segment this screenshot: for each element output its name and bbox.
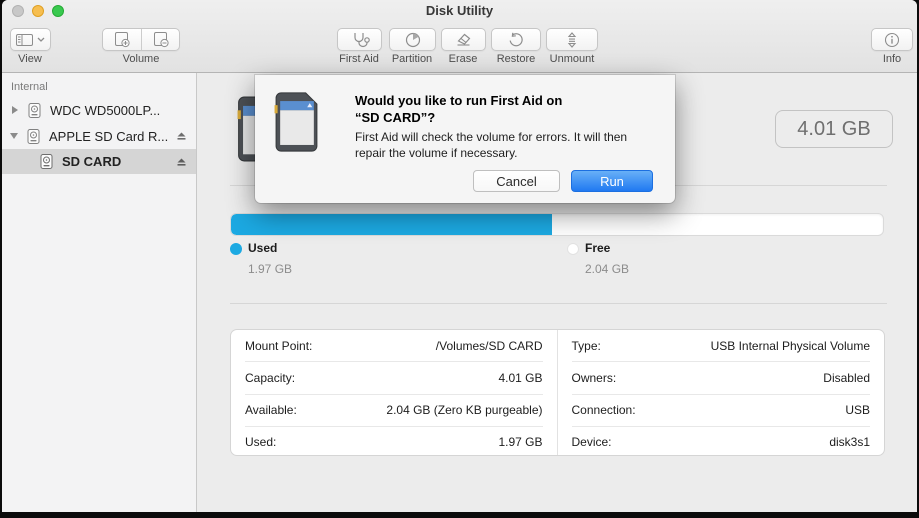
detail-label: Owners: [572, 371, 617, 385]
restore-icon [508, 32, 524, 48]
restore-button[interactable] [491, 28, 541, 51]
table-row: Used: 1.97 GB [245, 427, 543, 458]
details-table: Mount Point: /Volumes/SD CARD Capacity: … [230, 329, 885, 456]
detail-value: USB Internal Physical Volume [711, 339, 870, 353]
partition-label: Partition [392, 53, 432, 65]
detail-value: Disabled [823, 371, 870, 385]
erase-label: Erase [449, 53, 478, 65]
run-button[interactable]: Run [571, 170, 653, 192]
restore-label: Restore [497, 53, 536, 65]
detail-label: Connection: [572, 403, 636, 417]
table-row: Mount Point: /Volumes/SD CARD [245, 330, 543, 362]
detail-label: Mount Point: [245, 339, 312, 353]
table-row: Type: USB Internal Physical Volume [572, 330, 871, 362]
view-button[interactable] [10, 28, 51, 51]
details-left-column: Mount Point: /Volumes/SD CARD Capacity: … [231, 330, 558, 455]
disk-icon [38, 153, 55, 170]
table-row: Connection: USB [572, 395, 871, 427]
free-value: 2.04 GB [585, 262, 629, 276]
table-row: Owners: Disabled [572, 362, 871, 394]
first-aid-button[interactable] [337, 28, 382, 51]
sidebar-section-internal: Internal [11, 81, 48, 93]
disk-utility-window: Disk Utility View [2, 0, 917, 512]
usage-bar-used [231, 214, 552, 235]
sd-card-icon [272, 91, 322, 154]
legend-free: Free 2.04 GB [567, 241, 629, 276]
disk-icon [26, 102, 43, 119]
section-divider [230, 303, 887, 304]
sidebar-item-label: APPLE SD Card R... [49, 129, 168, 144]
dialog-title: Would you like to run First Aid on “SD C… [355, 92, 655, 126]
free-label: Free [585, 241, 629, 255]
table-row: Device: disk3s1 [572, 427, 871, 458]
partition-button[interactable] [389, 28, 436, 51]
detail-value: USB [845, 403, 870, 417]
sidebar-layout-icon [16, 34, 33, 46]
first-aid-label: First Aid [339, 53, 379, 65]
usage-bar [230, 213, 884, 236]
volume-size-badge: 4.01 GB [775, 110, 893, 148]
info-label: Info [883, 53, 901, 65]
first-aid-icon [350, 32, 370, 48]
sidebar-item-sd-card[interactable]: SD CARD [2, 149, 196, 174]
used-dot-icon [230, 243, 242, 255]
sidebar-item-label: SD CARD [62, 154, 121, 169]
volume-label: Volume [123, 53, 160, 65]
dialog-body: First Aid will check the volume for erro… [355, 130, 660, 161]
sidebar-item-wdc[interactable]: WDC WD5000LP... [2, 97, 196, 123]
detail-label: Type: [572, 339, 601, 353]
volume-group [102, 28, 180, 51]
detail-label: Device: [572, 435, 612, 449]
disk-minus-icon [151, 31, 170, 48]
used-value: 1.97 GB [248, 262, 292, 276]
table-row: Capacity: 4.01 GB [245, 362, 543, 394]
details-right-column: Type: USB Internal Physical Volume Owner… [558, 330, 885, 455]
unmount-button[interactable] [546, 28, 598, 51]
window-chrome: Disk Utility View [2, 0, 917, 73]
eject-icon[interactable] [175, 156, 188, 168]
free-dot-icon [567, 243, 579, 255]
sidebar: Internal WDC WD5000LP... [2, 73, 197, 512]
used-label: Used [248, 241, 292, 255]
sidebar-item-label: WDC WD5000LP... [50, 103, 160, 118]
detail-value: 4.01 GB [498, 371, 542, 385]
disclosure-expanded-icon[interactable] [10, 133, 18, 139]
erase-button[interactable] [441, 28, 486, 51]
remove-volume-button[interactable] [142, 29, 180, 50]
detail-label: Capacity: [245, 371, 295, 385]
chevron-down-icon [37, 37, 45, 42]
detail-value: 1.97 GB [498, 435, 542, 449]
detail-value: disk3s1 [829, 435, 870, 449]
erase-icon [455, 32, 472, 47]
detail-label: Used: [245, 435, 276, 449]
add-volume-button[interactable] [103, 29, 141, 50]
cancel-button[interactable]: Cancel [473, 170, 560, 192]
legend-used: Used 1.97 GB [230, 241, 292, 276]
disclosure-collapsed-icon[interactable] [12, 106, 18, 114]
first-aid-dialog: Would you like to run First Aid on “SD C… [255, 75, 675, 203]
unmount-icon [565, 32, 579, 48]
view-label: View [18, 53, 42, 65]
window-title: Disk Utility [2, 3, 917, 18]
disk-plus-icon [112, 31, 131, 48]
disk-icon [25, 128, 42, 145]
info-button[interactable] [871, 28, 913, 51]
detail-value: /Volumes/SD CARD [436, 339, 543, 353]
info-icon [884, 32, 900, 48]
detail-label: Available: [245, 403, 297, 417]
detail-value: 2.04 GB (Zero KB purgeable) [386, 403, 542, 417]
partition-icon [405, 32, 421, 48]
sidebar-item-apple-sd-reader[interactable]: APPLE SD Card R... [2, 123, 196, 149]
titlebar[interactable]: Disk Utility [2, 0, 917, 22]
table-row: Available: 2.04 GB (Zero KB purgeable) [245, 395, 543, 427]
eject-icon[interactable] [175, 130, 188, 142]
unmount-label: Unmount [550, 53, 595, 65]
